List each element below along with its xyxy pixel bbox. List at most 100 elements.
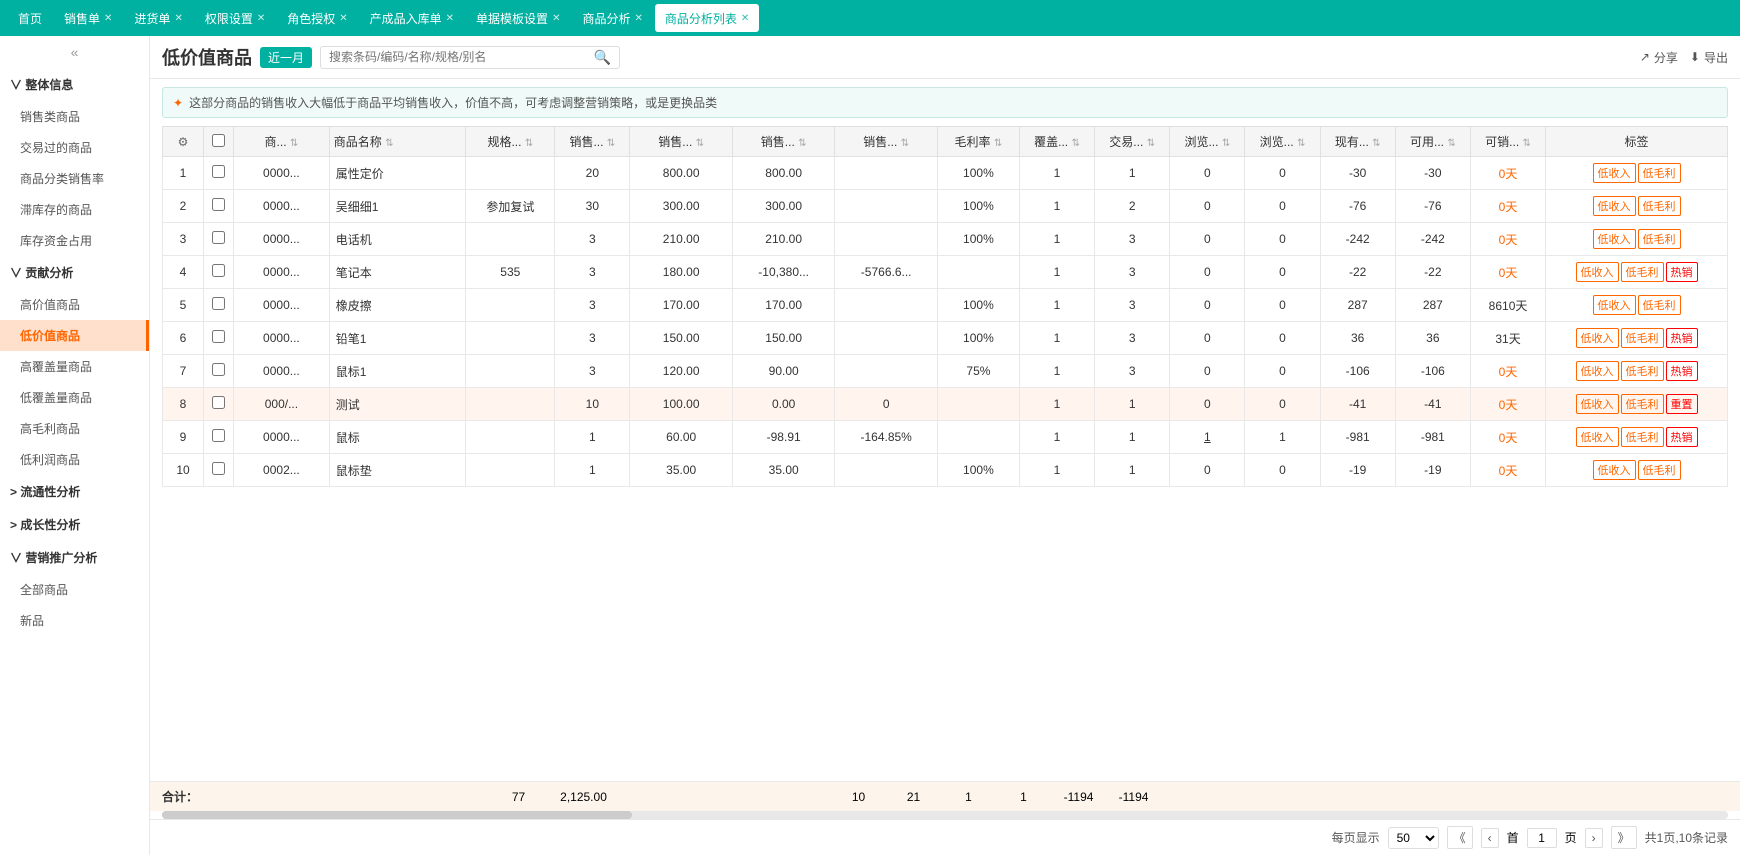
sidebar-item-high-margin[interactable]: 高毛利商品 xyxy=(0,413,149,444)
row-cover: 1 xyxy=(1019,223,1094,256)
sidebar-item-traded-products[interactable]: 交易过的商品 xyxy=(0,132,149,163)
nav-permissions[interactable]: 权限设置 ✕ xyxy=(195,4,275,32)
nav-close-icon[interactable]: ✕ xyxy=(104,13,112,24)
row-checkbox[interactable] xyxy=(204,355,234,388)
th-checkbox[interactable] xyxy=(204,127,234,157)
nav-home[interactable]: 首页 xyxy=(8,4,52,32)
th-stock1[interactable]: 现有... ⇅ xyxy=(1320,127,1395,157)
sidebar-item-stock-capital[interactable]: 库存资金占用 xyxy=(0,225,149,256)
sidebar-group-circulation[interactable]: > 流通性分析 xyxy=(0,475,149,508)
nav-product-storage[interactable]: 产成品入库单 ✕ xyxy=(360,4,464,32)
row-browse1[interactable]: 1 xyxy=(1170,421,1245,454)
row-checkbox[interactable] xyxy=(204,289,234,322)
nav-close-icon[interactable]: ✕ xyxy=(339,13,347,24)
th-sales-qty[interactable]: 销售... ⇅ xyxy=(555,127,630,157)
nav-template-settings[interactable]: 单据模板设置 ✕ xyxy=(466,4,570,32)
th-trade[interactable]: 交易... ⇅ xyxy=(1095,127,1170,157)
sidebar-group-contribution[interactable]: ∨ 贡献分析 xyxy=(0,256,149,289)
sidebar-item-low-value[interactable]: 低价值商品 xyxy=(0,320,149,351)
collapse-button[interactable]: « xyxy=(0,36,149,68)
nav-role-auth[interactable]: 角色授权 ✕ xyxy=(277,4,357,32)
row-sales-amt: 300.00 xyxy=(630,190,733,223)
sidebar-item-new-products[interactable]: 新品 xyxy=(0,605,149,636)
th-sales-cost[interactable]: 销售... ⇅ xyxy=(732,127,835,157)
export-button[interactable]: ⬇ 导出 xyxy=(1690,49,1728,66)
row-checkbox[interactable] xyxy=(204,322,234,355)
row-sales-other: 0 xyxy=(835,388,938,421)
sidebar-item-high-value[interactable]: 高价值商品 xyxy=(0,289,149,320)
info-banner: ✦ 这部分商品的销售收入大幅低于商品平均销售收入，价值不高，可考虑调整营销策略，… xyxy=(162,87,1728,118)
th-name[interactable]: 商品名称 ⇅ xyxy=(329,127,466,157)
sidebar-group-contribution-label: ∨ 贡献分析 xyxy=(10,264,73,281)
first-page-button[interactable]: 《 xyxy=(1447,826,1473,849)
row-browse2: 0 xyxy=(1245,355,1320,388)
row-browse1: 0 xyxy=(1170,388,1245,421)
per-page-select[interactable]: 50 100 200 xyxy=(1388,827,1439,849)
nav-close-icon[interactable]: ✕ xyxy=(634,13,642,24)
share-button[interactable]: ↗ 分享 xyxy=(1640,49,1678,66)
row-margin: 100% xyxy=(937,454,1019,487)
row-checkbox[interactable] xyxy=(204,388,234,421)
last-page-button[interactable]: 》 xyxy=(1611,826,1637,849)
row-tags: 低收入低毛利热销 xyxy=(1546,355,1728,388)
sidebar-group-growth[interactable]: > 成长性分析 xyxy=(0,508,149,541)
nav-close-icon[interactable]: ✕ xyxy=(552,13,560,24)
row-checkbox[interactable] xyxy=(204,190,234,223)
nav-close-icon[interactable]: ✕ xyxy=(741,13,749,24)
row-name: 电话机 xyxy=(329,223,466,256)
sidebar-group-overall[interactable]: ∨ 整体信息 xyxy=(0,68,149,101)
nav-product-analysis[interactable]: 商品分析 ✕ xyxy=(572,4,652,32)
select-all-checkbox[interactable] xyxy=(212,134,225,147)
tag-badge: 低毛利 xyxy=(1621,394,1664,414)
period-tag-button[interactable]: 近一月 xyxy=(260,47,312,68)
row-checkbox[interactable] xyxy=(204,157,234,190)
row-checkbox[interactable] xyxy=(204,421,234,454)
tag-badge: 低收入 xyxy=(1576,394,1619,414)
row-checkbox[interactable] xyxy=(204,256,234,289)
th-sales-other[interactable]: 销售... ⇅ xyxy=(835,127,938,157)
footer-cover: 10 xyxy=(831,790,886,804)
next-page-button[interactable]: › xyxy=(1585,828,1603,848)
sidebar-item-all-products[interactable]: 全部商品 xyxy=(0,574,149,605)
nav-close-icon[interactable]: ✕ xyxy=(446,13,454,24)
th-stock2[interactable]: 可用... ⇅ xyxy=(1395,127,1470,157)
search-input[interactable] xyxy=(329,50,590,64)
prev-page-button[interactable]: ‹ xyxy=(1481,828,1499,848)
sidebar-item-low-coverage[interactable]: 低覆盖量商品 xyxy=(0,382,149,413)
row-checkbox[interactable] xyxy=(204,454,234,487)
sidebar-group-marketing[interactable]: ∨ 营销推广分析 xyxy=(0,541,149,574)
row-spec xyxy=(466,289,555,322)
nav-purchase-order[interactable]: 进货单 ✕ xyxy=(124,4,192,32)
tag-badge: 低收入 xyxy=(1576,328,1619,348)
page-input[interactable] xyxy=(1527,828,1557,848)
row-checkbox[interactable] xyxy=(204,223,234,256)
th-code[interactable]: 商... ⇅ xyxy=(234,127,330,157)
th-gear[interactable]: ⚙ xyxy=(163,127,204,157)
th-browse1[interactable]: 浏览... ⇅ xyxy=(1170,127,1245,157)
th-browse2[interactable]: 浏览... ⇅ xyxy=(1245,127,1320,157)
nav-product-analysis-list[interactable]: 商品分析列表 ✕ xyxy=(655,4,759,32)
th-sales-amt[interactable]: 销售... ⇅ xyxy=(630,127,733,157)
row-margin xyxy=(937,388,1019,421)
nav-sales-order[interactable]: 销售单 ✕ xyxy=(54,4,122,32)
row-sales-cost: 800.00 xyxy=(732,157,835,190)
footer-sales-qty: 77 xyxy=(491,790,546,804)
th-sellable[interactable]: 可销... ⇅ xyxy=(1470,127,1545,157)
sidebar-item-slow-products[interactable]: 滞库存的商品 xyxy=(0,194,149,225)
sidebar-item-sales-products[interactable]: 销售类商品 xyxy=(0,101,149,132)
search-icon[interactable]: 🔍 xyxy=(594,49,611,66)
row-tags: 低收入低毛利重置 xyxy=(1546,388,1728,421)
row-code: 0000... xyxy=(234,190,330,223)
th-cover[interactable]: 覆盖... ⇅ xyxy=(1019,127,1094,157)
th-margin[interactable]: 毛利率 ⇅ xyxy=(937,127,1019,157)
sidebar-item-category-sales-rate[interactable]: 商品分类销售率 xyxy=(0,163,149,194)
nav-close-icon[interactable]: ✕ xyxy=(174,13,182,24)
row-trade: 3 xyxy=(1095,223,1170,256)
row-tags: 低收入低毛利热销 xyxy=(1546,256,1728,289)
sidebar-item-high-coverage[interactable]: 高覆盖量商品 xyxy=(0,351,149,382)
settings-icon[interactable]: ⚙ xyxy=(178,135,189,149)
row-stock2: -76 xyxy=(1395,190,1470,223)
sidebar-item-low-profit[interactable]: 低利润商品 xyxy=(0,444,149,475)
nav-close-icon[interactable]: ✕ xyxy=(257,13,265,24)
th-spec[interactable]: 规格... ⇅ xyxy=(466,127,555,157)
